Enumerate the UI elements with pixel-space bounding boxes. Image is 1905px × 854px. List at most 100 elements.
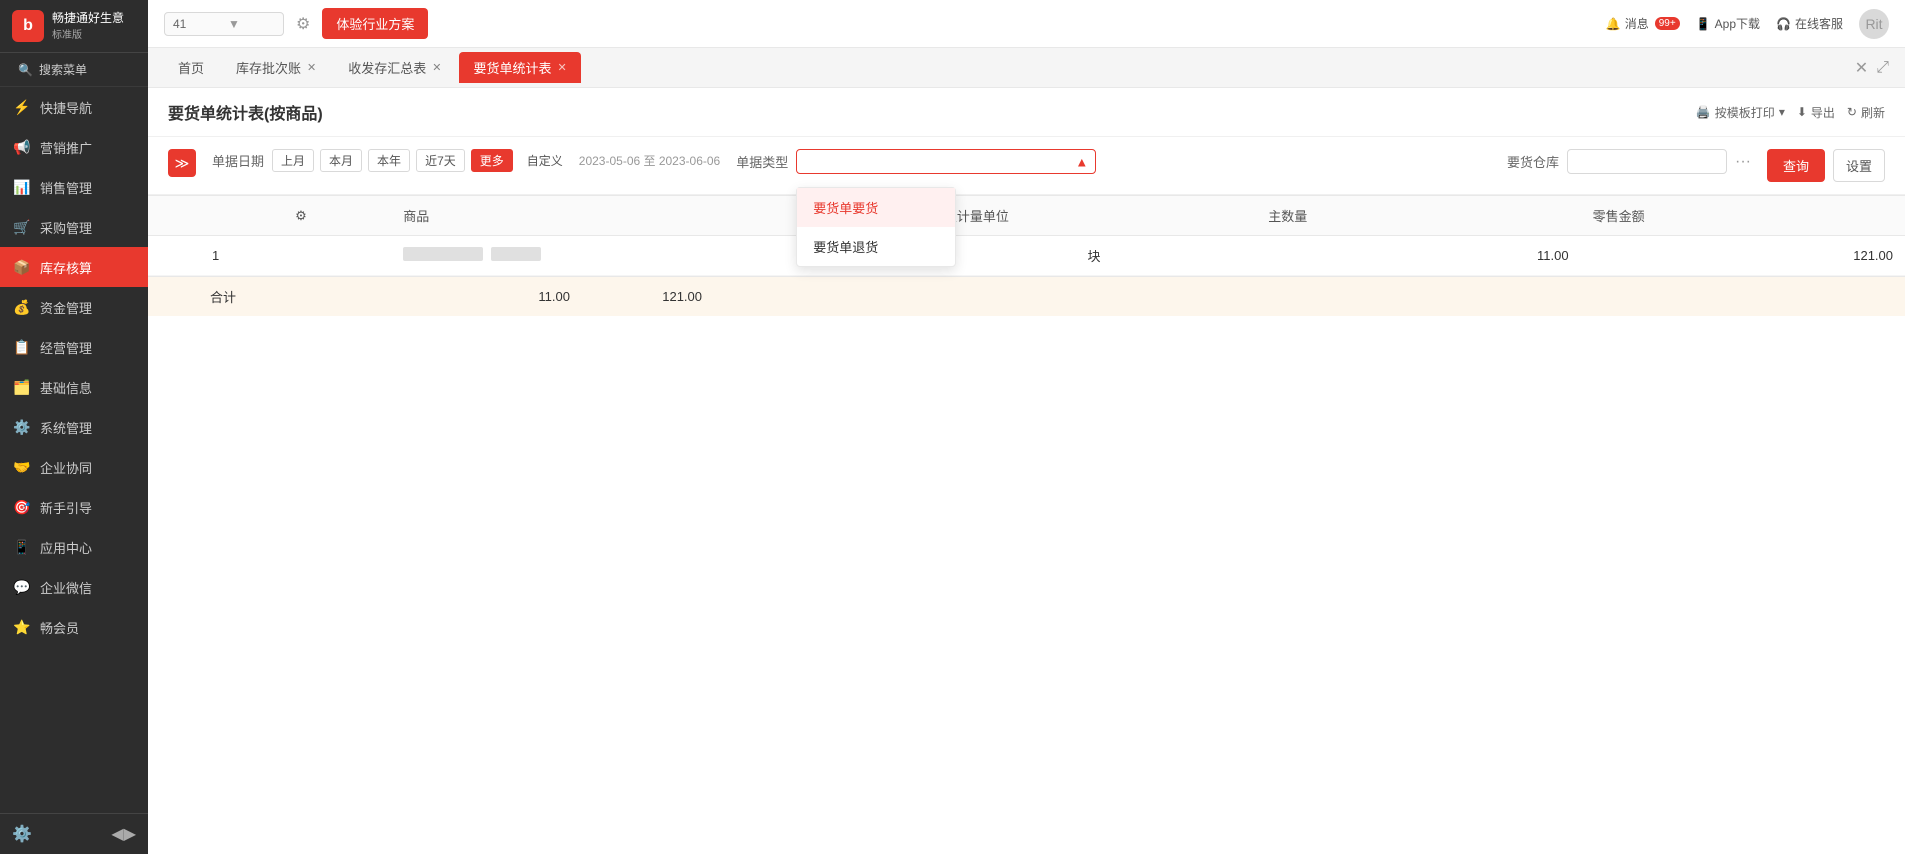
tab-receive-summary[interactable]: 收发存汇总表 ✕ [334, 52, 455, 83]
filter-actions: 查询 设置 [1767, 149, 1885, 182]
finance-icon: 💰 [12, 297, 32, 317]
col-header-qty: 主数量 [1256, 196, 1580, 236]
avatar[interactable]: Rit [1859, 9, 1889, 39]
sidebar-item-label: 企业微信 [40, 578, 92, 597]
sidebar-item-inventory[interactable]: 📦 库存核算 [0, 247, 148, 287]
data-table: ⚙ 商品 主计量单位 主数量 零售金额 1 [148, 195, 1905, 276]
sidebar-item-purchase[interactable]: 🛒 采购管理 [0, 207, 148, 247]
app-download-button[interactable]: 📱 App下载 [1696, 15, 1760, 32]
tab-close-order-stats[interactable]: ✕ [558, 61, 567, 74]
table-row: 1 块 11.00 121.00 [148, 236, 1905, 276]
print-icon: 🖨️ [1696, 105, 1711, 119]
tab-close-all-button[interactable]: ✕ [1855, 58, 1868, 78]
sidebar-item-app-center[interactable]: 📱 应用中心 [0, 527, 148, 567]
cell-unit: 块 [932, 236, 1256, 276]
sidebar-item-marketing[interactable]: 📢 营销推广 [0, 127, 148, 167]
export-icon: ⬇ [1797, 105, 1807, 119]
type-filter-group: 单据类型 ▲ 要货单要货 要货单退货 [736, 149, 1491, 174]
enterprise-icon: 🤝 [12, 457, 32, 477]
page-title-bar: 要货单统计表(按商品) 🖨️ 按模板打印 ▾ ⬇ 导出 ↻ 刷新 [148, 88, 1905, 137]
tab-inventory-batch[interactable]: 库存批次账 ✕ [222, 52, 330, 83]
support-button[interactable]: 🎧 在线客服 [1776, 15, 1843, 32]
date-custom[interactable]: 自定义 [519, 150, 571, 171]
date-last-7days[interactable]: 近7天 [416, 149, 465, 172]
sidebar-item-system[interactable]: ⚙️ 系统管理 [0, 407, 148, 447]
date-this-month[interactable]: 本月 [320, 149, 362, 172]
warehouse-more-icon[interactable]: ··· [1735, 153, 1751, 171]
footer-qty: 11.00 [450, 289, 570, 304]
date-more[interactable]: 更多 [471, 149, 513, 172]
phone-icon: 📱 [1696, 17, 1711, 31]
search-menu-label: 搜索菜单 [39, 61, 87, 78]
date-last-month[interactable]: 上月 [272, 149, 314, 172]
sidebar-item-operations[interactable]: 📋 经营管理 [0, 327, 148, 367]
refresh-icon: ↻ [1847, 105, 1857, 119]
col-header-amount: 零售金额 [1581, 196, 1905, 236]
filter-toggle-button[interactable]: ≫ [168, 149, 196, 177]
sidebar-item-vip[interactable]: ⭐ 畅会员 [0, 607, 148, 647]
cell-settings [283, 236, 391, 276]
dropdown-item-order-goods[interactable]: 要货单要货 [797, 188, 955, 227]
sidebar-item-label: 企业协同 [40, 458, 92, 477]
sales-icon: 📊 [12, 177, 32, 197]
sidebar-item-base-info[interactable]: 🗂️ 基础信息 [0, 367, 148, 407]
sidebar: b 畅捷通好生意 标准版 🔍 搜索菜单 ⚡ 快捷导航 📢 营销推广 📊 销售管理… [0, 0, 148, 854]
settings-filter-button[interactable]: 设置 [1833, 149, 1885, 182]
date-shortcuts: 上月 本月 本年 近7天 更多 自定义 [272, 149, 571, 172]
sidebar-item-finance[interactable]: 💰 资金管理 [0, 287, 148, 327]
print-template-button[interactable]: 🖨️ 按模板打印 ▾ [1696, 104, 1785, 121]
quick-nav-icon: ⚡ [12, 97, 32, 117]
sidebar-item-wechat[interactable]: 💬 企业微信 [0, 567, 148, 607]
sidebar-item-label: 基础信息 [40, 378, 92, 397]
col-header-settings[interactable]: ⚙ [283, 196, 391, 236]
sidebar-item-enterprise[interactable]: 🤝 企业协同 [0, 447, 148, 487]
tab-close-inventory-batch[interactable]: ✕ [307, 61, 316, 74]
date-filter-label: 单据日期 [212, 151, 264, 170]
inventory-icon: 📦 [12, 257, 32, 277]
refresh-button[interactable]: ↻ 刷新 [1847, 104, 1885, 121]
footer-label: 合计 [210, 287, 450, 306]
sidebar-item-label: 系统管理 [40, 418, 92, 437]
system-icon: ⚙️ [12, 417, 32, 437]
type-filter-label: 单据类型 [736, 152, 788, 171]
tab-bar: 首页 库存批次账 ✕ 收发存汇总表 ✕ 要货单统计表 ✕ ✕ ⤢ [148, 48, 1905, 88]
tab-home[interactable]: 首页 [164, 52, 218, 83]
footer-amount: 121.00 [582, 289, 702, 304]
sidebar-item-sales[interactable]: 📊 销售管理 [0, 167, 148, 207]
collapse-icon[interactable]: ◀▶ [111, 824, 136, 844]
sidebar-item-label: 库存核算 [40, 258, 92, 277]
sidebar-item-label: 快捷导航 [40, 98, 92, 117]
product-placeholder [403, 247, 483, 261]
notification-button[interactable]: 🔔 消息 99+ [1606, 15, 1680, 32]
search-menu-button[interactable]: 🔍 搜索菜单 [0, 53, 148, 87]
cell-amount: 121.00 [1581, 236, 1905, 276]
tab-order-stats[interactable]: 要货单统计表 ✕ [459, 52, 580, 83]
settings-footer-icon[interactable]: ⚙️ [12, 824, 32, 844]
tab-close-receive-summary[interactable]: ✕ [432, 61, 441, 74]
dropdown-arrow-icon: ▼ [228, 17, 275, 31]
sidebar-item-label: 销售管理 [40, 178, 92, 197]
date-this-year[interactable]: 本年 [368, 149, 410, 172]
sidebar-item-quick-nav[interactable]: ⚡ 快捷导航 [0, 87, 148, 127]
store-selector[interactable]: 41 ▼ [164, 12, 284, 36]
page-title: 要货单统计表(按商品) [168, 100, 323, 124]
warehouse-input[interactable] [1567, 149, 1727, 174]
cell-qty: 11.00 [1256, 236, 1580, 276]
type-select-wrapper: ▲ 要货单要货 要货单退货 [796, 149, 1096, 174]
brand-sub: 标准版 [52, 26, 124, 41]
guide-icon: 🎯 [12, 497, 32, 517]
bell-icon: 🔔 [1606, 17, 1621, 31]
dropdown-item-order-return[interactable]: 要货单退货 [797, 227, 955, 266]
app-center-icon: 📱 [12, 537, 32, 557]
marketing-icon: 📢 [12, 137, 32, 157]
trial-button[interactable]: 体验行业方案 [322, 8, 428, 39]
export-button[interactable]: ⬇ 导出 [1797, 104, 1835, 121]
tab-expand-button[interactable]: ⤢ [1876, 58, 1889, 78]
purchase-icon: 🛒 [12, 217, 32, 237]
type-select-input[interactable] [796, 149, 1096, 174]
base-info-icon: 🗂️ [12, 377, 32, 397]
store-name: 41 [173, 17, 220, 31]
query-button[interactable]: 查询 [1767, 149, 1825, 182]
store-settings-icon[interactable]: ⚙ [296, 14, 310, 34]
sidebar-item-guide[interactable]: 🎯 新手引导 [0, 487, 148, 527]
